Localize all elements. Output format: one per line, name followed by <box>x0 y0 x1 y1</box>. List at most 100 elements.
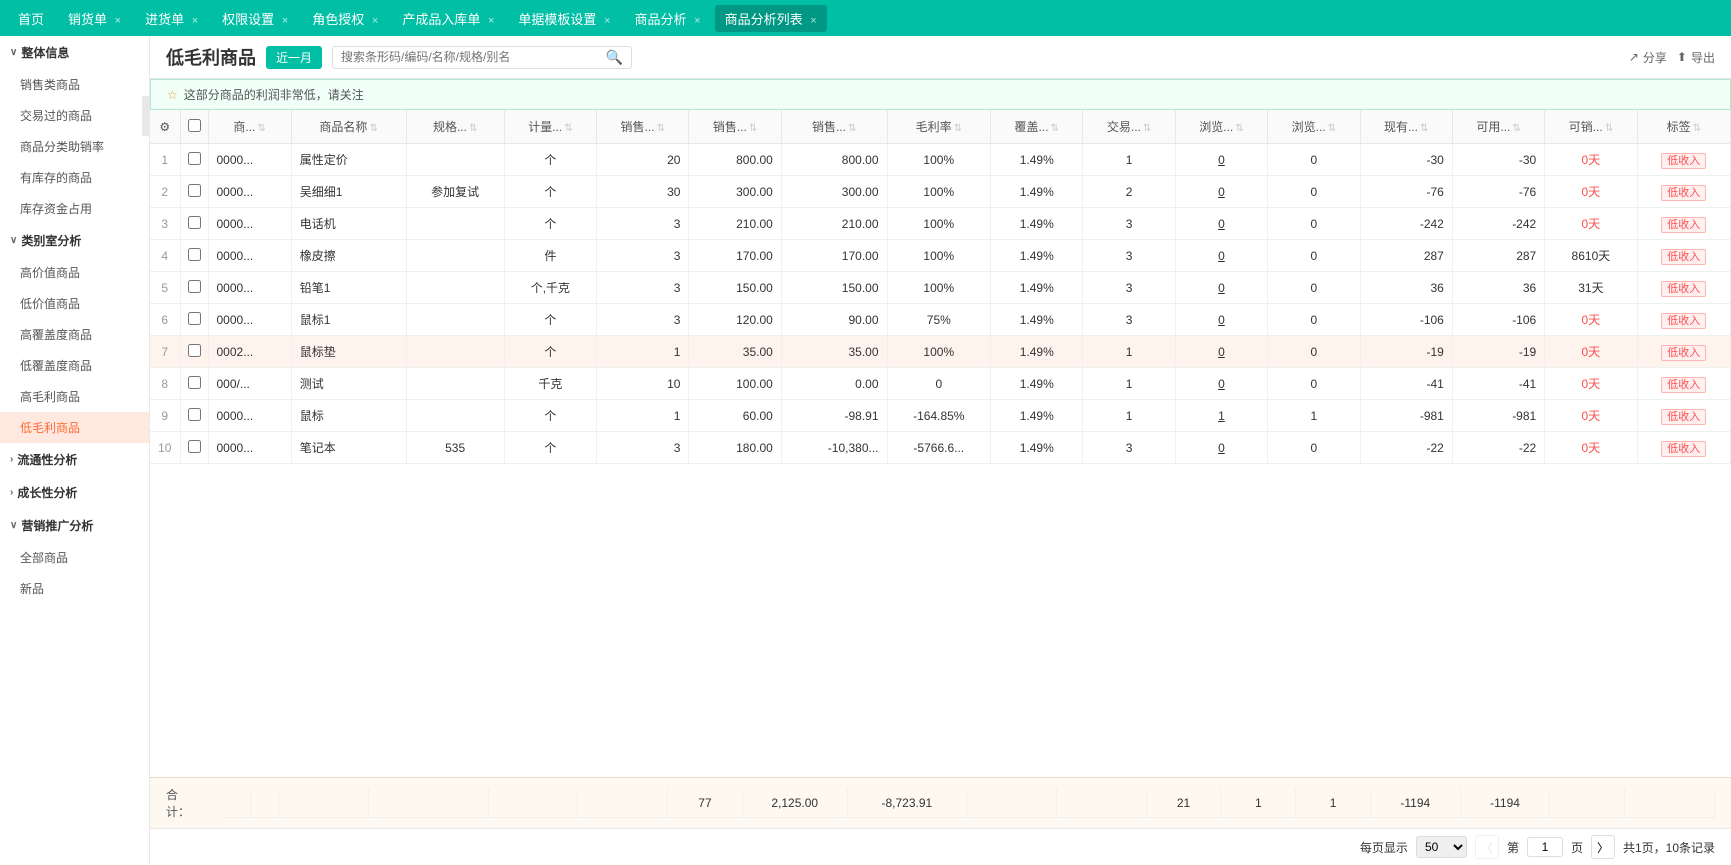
row-name: 属性定价 <box>291 144 406 176</box>
row-checkbox-cell[interactable] <box>180 432 208 464</box>
col-browse1[interactable]: 浏览...⇅ <box>1175 110 1267 144</box>
sidebar-item-sales-products[interactable]: 销售类商品 <box>0 69 149 100</box>
row-current: -30 <box>1360 144 1452 176</box>
row-browse1[interactable]: 0 <box>1175 208 1267 240</box>
row-browse1[interactable]: 0 <box>1175 304 1267 336</box>
nav-product-analysis-list[interactable]: 商品分析列表 × <box>715 5 827 32</box>
row-browse1[interactable]: 0 <box>1175 368 1267 400</box>
row-checkbox[interactable] <box>188 248 201 261</box>
row-checkbox[interactable] <box>188 152 201 165</box>
sidebar-item-inventory-capital[interactable]: 库存资金占用 <box>0 193 149 224</box>
row-checkbox[interactable] <box>188 344 201 357</box>
nav-product-analysis-list-close-icon[interactable]: × <box>810 15 816 27</box>
row-browse1[interactable]: 0 <box>1175 144 1267 176</box>
export-button[interactable]: ⬆ 导出 <box>1677 49 1715 66</box>
col-settings[interactable]: ⚙ <box>150 110 180 144</box>
row-checkbox-cell[interactable] <box>180 240 208 272</box>
row-checkbox[interactable] <box>188 184 201 197</box>
row-checkbox-cell[interactable] <box>180 368 208 400</box>
col-browse2[interactable]: 浏览...⇅ <box>1268 110 1360 144</box>
select-all-checkbox[interactable] <box>188 119 201 132</box>
col-tag[interactable]: 标签⇅ <box>1637 110 1730 144</box>
sidebar-group-category[interactable]: ∨ 类别室分析 <box>0 224 149 257</box>
col-unit[interactable]: 计量...⇅ <box>504 110 596 144</box>
page-number-input[interactable] <box>1527 837 1563 857</box>
row-browse1[interactable]: 0 <box>1175 432 1267 464</box>
sidebar-item-traded-products[interactable]: 交易过的商品 <box>0 100 149 131</box>
nav-purchase-close-icon[interactable]: × <box>192 15 198 27</box>
row-checkbox[interactable] <box>188 312 201 325</box>
page-size-select[interactable]: 50 10 20 100 <box>1416 836 1467 858</box>
row-checkbox-cell[interactable] <box>180 208 208 240</box>
row-current: -981 <box>1360 400 1452 432</box>
row-checkbox[interactable] <box>188 408 201 421</box>
nav-product-analysis[interactable]: 商品分析 × <box>624 5 710 32</box>
col-trade[interactable]: 交易...⇅ <box>1083 110 1175 144</box>
row-checkbox[interactable] <box>188 216 201 229</box>
sidebar-group-overall[interactable]: ∨ 整体信息 <box>0 36 149 69</box>
col-current[interactable]: 现有...⇅ <box>1360 110 1452 144</box>
row-browse1[interactable]: 0 <box>1175 336 1267 368</box>
sidebar-collapse-button[interactable]: 《 <box>142 96 150 136</box>
date-filter-button[interactable]: 近一月 <box>266 46 322 69</box>
nav-product-entry-close-icon[interactable]: × <box>488 15 494 27</box>
sidebar-item-stocked-products[interactable]: 有库存的商品 <box>0 162 149 193</box>
sidebar-item-low-value[interactable]: 低价值商品 <box>0 288 149 319</box>
col-checkbox[interactable] <box>180 110 208 144</box>
sidebar-item-new-products[interactable]: 新品 <box>0 573 149 604</box>
search-input[interactable] <box>341 50 606 64</box>
nav-template-close-icon[interactable]: × <box>604 15 610 27</box>
col-sale-qty[interactable]: 销售...⇅ <box>597 110 689 144</box>
row-checkbox-cell[interactable] <box>180 176 208 208</box>
row-checkbox[interactable] <box>188 440 201 453</box>
sidebar-item-high-margin[interactable]: 高毛利商品 <box>0 381 149 412</box>
table-body: 1 0000... 属性定价 个 20 800.00 800.00 100% 1… <box>150 144 1731 464</box>
row-checkbox[interactable] <box>188 376 201 389</box>
sidebar-group-growth[interactable]: › 成长性分析 <box>0 476 149 509</box>
sidebar-item-low-margin[interactable]: 低毛利商品 <box>0 412 149 443</box>
total-pages-info: 共1页，10条记录 <box>1623 839 1715 856</box>
share-button[interactable]: ↗ 分享 <box>1629 49 1667 66</box>
nav-roles-close-icon[interactable]: × <box>372 15 378 27</box>
col-sale-price[interactable]: 销售...⇅ <box>689 110 781 144</box>
search-icon[interactable]: 🔍 <box>606 49 623 66</box>
sidebar-item-category-rate[interactable]: 商品分类助销率 <box>0 131 149 162</box>
sidebar-group-marketing[interactable]: ∨ 营销推广分析 <box>0 509 149 542</box>
row-sale-price: 120.00 <box>689 304 781 336</box>
row-checkbox-cell[interactable] <box>180 400 208 432</box>
prev-page-button[interactable]: 〈 <box>1475 835 1499 859</box>
sidebar-group-liquidity[interactable]: › 流通性分析 <box>0 443 149 476</box>
nav-product-analysis-close-icon[interactable]: × <box>694 15 700 27</box>
row-browse1[interactable]: 0 <box>1175 240 1267 272</box>
nav-sales-close-icon[interactable]: × <box>115 15 121 27</box>
nav-roles[interactable]: 角色授权 × <box>302 5 388 32</box>
col-saleable[interactable]: 可销...⇅ <box>1545 110 1637 144</box>
row-checkbox-cell[interactable] <box>180 336 208 368</box>
nav-product-entry[interactable]: 产成品入库单 × <box>392 5 504 32</box>
nav-permissions-close-icon[interactable]: × <box>282 15 288 27</box>
row-checkbox-cell[interactable] <box>180 272 208 304</box>
row-checkbox-cell[interactable] <box>180 144 208 176</box>
nav-template[interactable]: 单据模板设置 × <box>508 5 620 32</box>
row-checkbox[interactable] <box>188 280 201 293</box>
sidebar-item-high-coverage[interactable]: 高覆盖度商品 <box>0 319 149 350</box>
row-browse1[interactable]: 1 <box>1175 400 1267 432</box>
row-browse1[interactable]: 0 <box>1175 176 1267 208</box>
col-code[interactable]: 商...⇅ <box>208 110 291 144</box>
sidebar-item-low-coverage[interactable]: 低覆盖度商品 <box>0 350 149 381</box>
nav-home[interactable]: 首页 <box>8 5 54 32</box>
nav-sales[interactable]: 销货单 × <box>58 5 131 32</box>
col-gross-margin[interactable]: 毛利率⇅ <box>887 110 991 144</box>
col-available[interactable]: 可用...⇅ <box>1452 110 1544 144</box>
next-page-button[interactable]: 〉 <box>1591 835 1615 859</box>
col-coverage[interactable]: 覆盖...⇅ <box>991 110 1083 144</box>
row-checkbox-cell[interactable] <box>180 304 208 336</box>
col-sale-amount[interactable]: 销售...⇅ <box>781 110 887 144</box>
sidebar-item-high-value[interactable]: 高价值商品 <box>0 257 149 288</box>
col-spec[interactable]: 规格...⇅ <box>406 110 504 144</box>
nav-permissions[interactable]: 权限设置 × <box>212 5 298 32</box>
nav-purchase[interactable]: 进货单 × <box>135 5 208 32</box>
col-name[interactable]: 商品名称⇅ <box>291 110 406 144</box>
row-browse1[interactable]: 0 <box>1175 272 1267 304</box>
sidebar-item-all-products[interactable]: 全部商品 <box>0 542 149 573</box>
